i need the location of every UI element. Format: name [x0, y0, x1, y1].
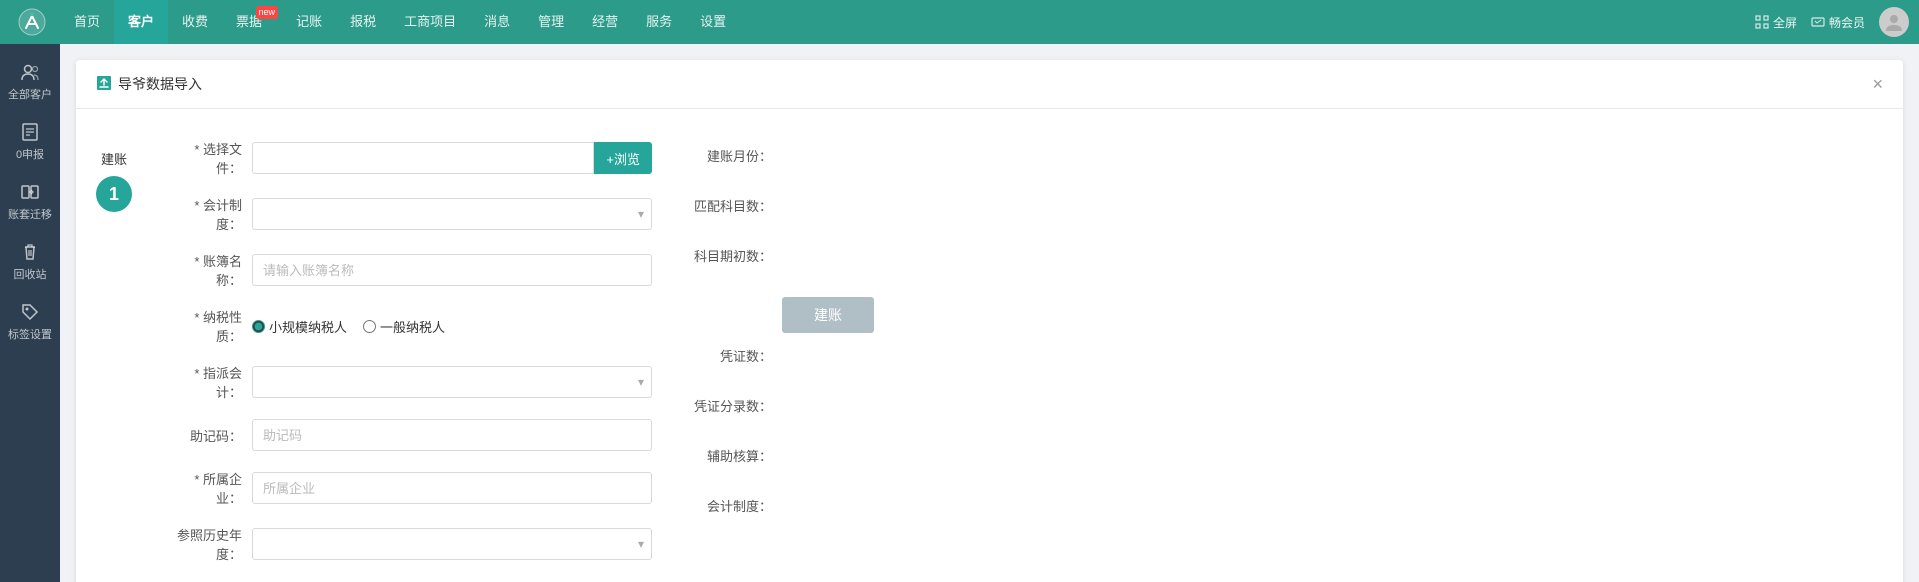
dialog-body: 建账 1 * 选择文件： +浏览 * 会计制度： — [76, 109, 1903, 582]
nav-item-ledger[interactable]: 记账 — [282, 0, 336, 44]
browse-button[interactable]: +浏览 — [594, 142, 652, 174]
sidebar-item-account-migration[interactable]: 账套迁移 — [2, 174, 58, 230]
affiliated-company-input[interactable] — [252, 472, 652, 504]
nav-item-operate[interactable]: 经营 — [578, 0, 632, 44]
accounting-system-select-wrapper — [252, 198, 652, 230]
nav-right: 全屏 畅会员 — [1755, 7, 1909, 37]
tax-nature-radio-group: 小规模纳税人 一般纳税人 — [252, 317, 445, 336]
fullscreen-btn[interactable]: 全屏 — [1755, 14, 1797, 31]
sidebar-label-account-migration: 账套迁移 — [8, 206, 52, 222]
match-subject-label: 匹配科目数： — [692, 196, 782, 215]
step-badge: 1 — [96, 176, 132, 212]
nav-item-charge[interactable]: 收费 — [168, 0, 222, 44]
nav-item-business[interactable]: 工商项目 — [390, 0, 470, 44]
accounting-system-row: * 会计制度： — [172, 195, 652, 233]
upload-icon — [96, 75, 112, 94]
main-layout: 全部客户 0申报 账套迁移 回收站 — [0, 44, 1919, 582]
file-input[interactable] — [252, 142, 594, 174]
sidebar-item-declare[interactable]: 0申报 — [2, 114, 58, 170]
close-button[interactable]: × — [1872, 75, 1883, 93]
history-year-select[interactable] — [252, 528, 652, 560]
accounting-system-select[interactable] — [252, 198, 652, 230]
assign-accountant-label: * 指派会计： — [172, 363, 252, 401]
file-row: * 选择文件： +浏览 — [172, 139, 652, 177]
build-month-row: 建账月份： — [692, 139, 1883, 171]
dialog-header: 导爷数据导入 × — [76, 60, 1903, 109]
dialog-title-text: 导爷数据导入 — [118, 74, 202, 94]
nav-item-settings[interactable]: 设置 — [686, 0, 740, 44]
file-label: * 选择文件： — [172, 139, 252, 177]
assign-accountant-select-wrapper — [252, 366, 652, 398]
voucher-entries-label: 凭证分录数： — [692, 396, 782, 415]
member-btn[interactable]: 畅会员 — [1811, 14, 1865, 31]
step-section: 建账 1 — [96, 139, 132, 581]
info-accounting-system-row: 会计制度： — [692, 489, 1883, 521]
sidebar-item-all-customers[interactable]: 全部客户 — [2, 54, 58, 110]
auxiliary-row: 辅助核算： — [692, 439, 1883, 471]
build-month-label: 建账月份： — [692, 146, 782, 165]
user-avatar[interactable] — [1879, 7, 1909, 37]
nav-items: 首页 客户 收费 票据 new 记账 报税 工商项目 消息 管理 经营 服务 设… — [60, 0, 1755, 44]
voucher-count-label: 凭证数： — [692, 346, 782, 365]
voucher-entries-row: 凭证分录数： — [692, 389, 1883, 421]
build-button[interactable]: 建账 — [782, 297, 874, 333]
info-section: 建账月份： 匹配科目数： 科目期初数： 建账 凭证 — [652, 139, 1883, 581]
auxiliary-label: 辅助核算： — [692, 446, 782, 465]
memo-input[interactable] — [252, 419, 652, 451]
assign-accountant-row: * 指派会计： — [172, 363, 652, 401]
nav-item-service[interactable]: 服务 — [632, 0, 686, 44]
top-nav: 首页 客户 收费 票据 new 记账 报税 工商项目 消息 管理 经营 服务 设… — [0, 0, 1919, 44]
tax-nature-row: * 纳税性质： 小规模纳税人 一般纳税人 — [172, 307, 652, 345]
history-year-select-wrapper — [252, 528, 652, 560]
subject-initial-row: 科目期初数： — [692, 239, 1883, 271]
info-accounting-system-label: 会计制度： — [692, 496, 782, 515]
history-year-row: 参照历史年度： — [172, 525, 652, 563]
fullscreen-label: 全屏 — [1773, 14, 1797, 31]
content-area: 导爷数据导入 × 建账 1 * 选择文件： — [60, 44, 1919, 582]
dialog-title: 导爷数据导入 — [96, 74, 202, 94]
voucher-count-row: 凭证数： — [692, 339, 1883, 371]
sidebar-label-all-customers: 全部客户 — [8, 86, 52, 102]
file-input-group: +浏览 — [252, 142, 652, 174]
sidebar: 全部客户 0申报 账套迁移 回收站 — [0, 44, 60, 582]
tax-nature-label: * 纳税性质： — [172, 307, 252, 345]
memo-label: 助记码： — [172, 426, 252, 445]
ledger-name-row: * 账簿名称： — [172, 251, 652, 289]
tax-option-small[interactable]: 小规模纳税人 — [252, 317, 347, 336]
assign-accountant-select[interactable] — [252, 366, 652, 398]
nav-item-manage[interactable]: 管理 — [524, 0, 578, 44]
nav-item-ticket[interactable]: 票据 new — [222, 0, 282, 44]
history-year-label: 参照历史年度： — [172, 525, 252, 563]
accounting-system-label: * 会计制度： — [172, 195, 252, 233]
sidebar-item-recycle[interactable]: 回收站 — [2, 234, 58, 290]
build-button-row: 建账 — [692, 289, 1883, 321]
subject-initial-label: 科目期初数： — [692, 246, 782, 265]
step-label: 建账 — [101, 149, 127, 168]
nav-item-customer[interactable]: 客户 — [114, 0, 168, 44]
sidebar-label-recycle: 回收站 — [14, 266, 47, 282]
affiliated-company-label: * 所属企业： — [172, 469, 252, 507]
tax-option-general[interactable]: 一般纳税人 — [363, 317, 445, 336]
memo-row: 助记码： — [172, 419, 652, 451]
ledger-name-input[interactable] — [252, 254, 652, 286]
new-badge: new — [256, 6, 279, 19]
form-section: * 选择文件： +浏览 * 会计制度： — [172, 139, 652, 581]
match-subject-row: 匹配科目数： — [692, 189, 1883, 221]
member-label: 畅会员 — [1829, 14, 1865, 31]
sidebar-label-tag-settings: 标签设置 — [8, 326, 52, 342]
nav-item-message[interactable]: 消息 — [470, 0, 524, 44]
dialog-card: 导爷数据导入 × 建账 1 * 选择文件： — [76, 60, 1903, 582]
nav-item-tax[interactable]: 报税 — [336, 0, 390, 44]
nav-item-home[interactable]: 首页 — [60, 0, 114, 44]
sidebar-label-declare: 0申报 — [16, 146, 44, 162]
affiliated-company-row: * 所属企业： — [172, 469, 652, 507]
app-logo — [10, 0, 54, 44]
ledger-name-label: * 账簿名称： — [172, 251, 252, 289]
sidebar-item-tag-settings[interactable]: 标签设置 — [2, 294, 58, 350]
